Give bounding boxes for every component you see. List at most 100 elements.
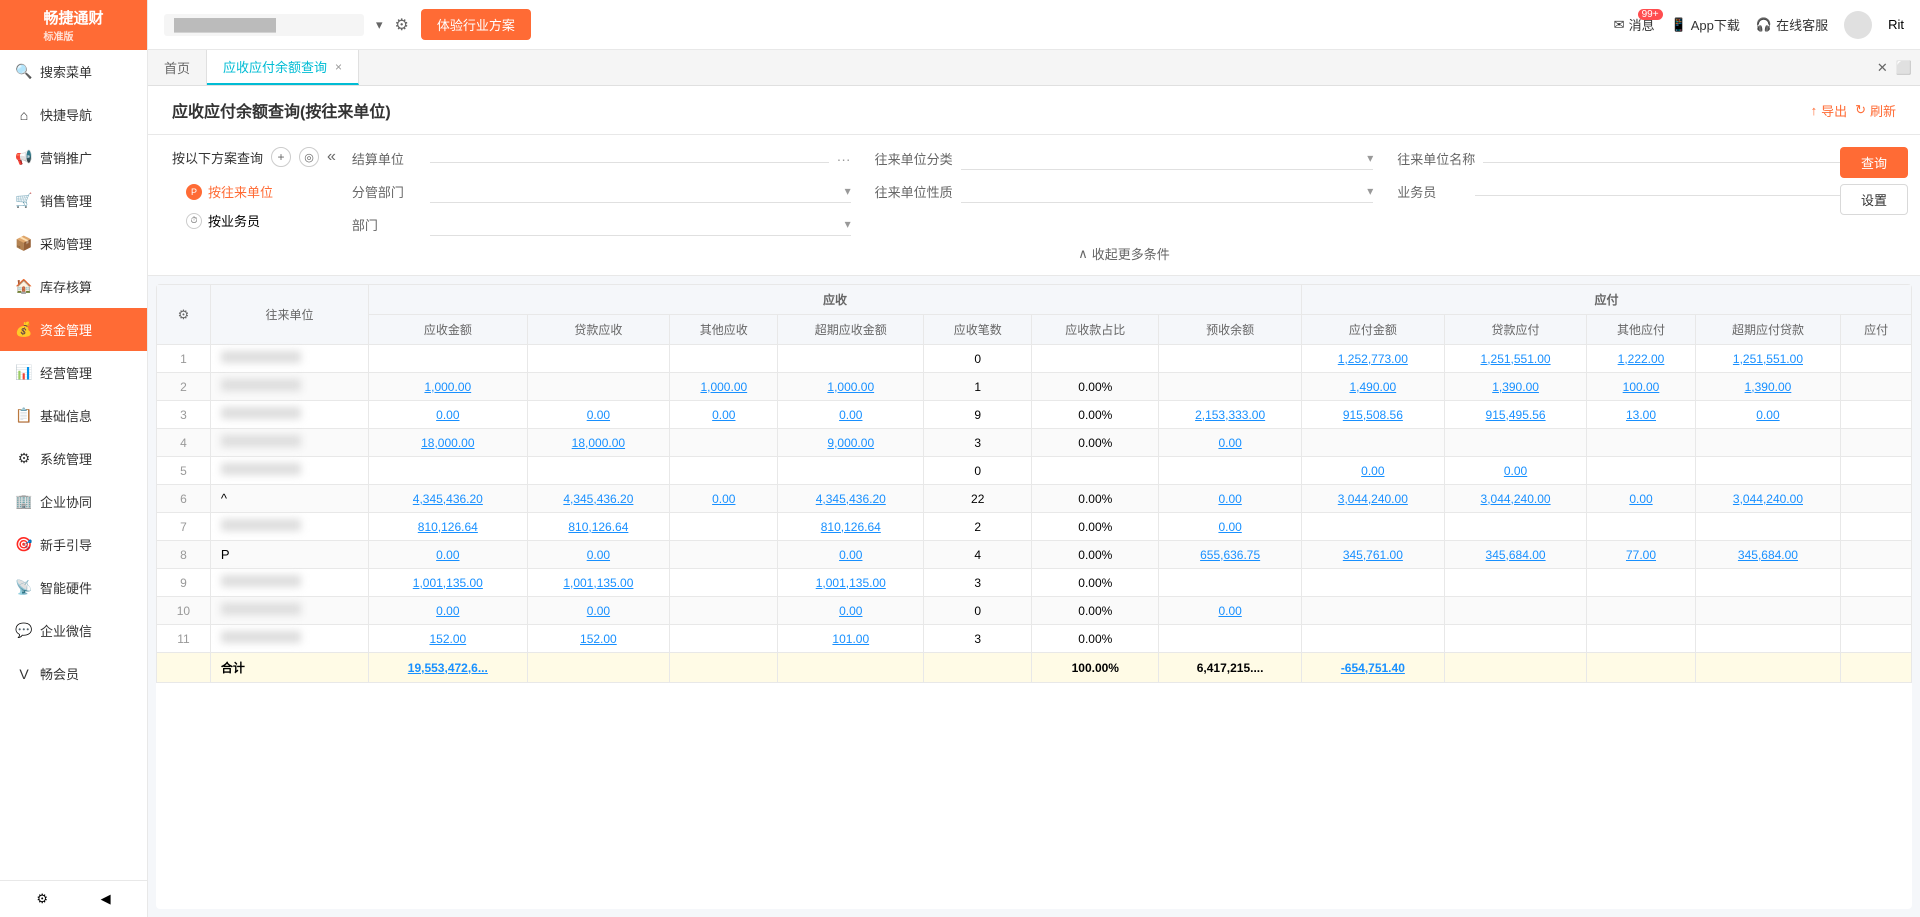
row-6-ys_overdue[interactable]: 4,345,436.20 — [778, 485, 924, 513]
row-4-ys_loan[interactable]: 18,000.00 — [527, 429, 670, 457]
filter-add-btn[interactable]: + — [271, 147, 291, 167]
row-2-ys_amount[interactable]: 1,000.00 — [369, 373, 527, 401]
row-6-yf_other[interactable]: 0.00 — [1587, 485, 1695, 513]
th-settings[interactable]: ⚙ — [157, 285, 211, 345]
filter-scheme-btn[interactable]: ◎ — [299, 147, 319, 167]
row-2-ys_overdue[interactable]: 1,000.00 — [778, 373, 924, 401]
total-yf-amount[interactable]: -654,751.40 — [1301, 653, 1444, 683]
row-7-ys_prepay[interactable]: 0.00 — [1159, 513, 1302, 541]
row-7-ys_amount[interactable]: 810,126.64 — [369, 513, 527, 541]
row-5-yf_loan[interactable]: 0.00 — [1444, 457, 1587, 485]
sidebar-item-enterprise[interactable]: 🏢 企业协同 — [0, 480, 147, 523]
row-3-yf_overdue[interactable]: 0.00 — [1695, 401, 1841, 429]
sidebar-item-hardware[interactable]: 📡 智能硬件 — [0, 566, 147, 609]
wanglai-fenlei-select[interactable]: ▾ — [961, 147, 1374, 170]
sidebar-item-system[interactable]: ⚙ 系统管理 — [0, 437, 147, 480]
row-8-yf_loan[interactable]: 345,684.00 — [1444, 541, 1587, 569]
row-3-ys_prepay[interactable]: 2,153,333.00 — [1159, 401, 1302, 429]
jiesuan-input[interactable] — [430, 154, 829, 163]
sidebar-item-operation[interactable]: 📊 经营管理 — [0, 351, 147, 394]
row-11-ys_amount[interactable]: 152.00 — [369, 625, 527, 653]
bumen-select[interactable]: ▾ — [430, 213, 851, 236]
row-7-ys_loan[interactable]: 810,126.64 — [527, 513, 670, 541]
scheme-option-salesman[interactable]: ⏱ 按业务员 — [180, 208, 336, 233]
row-10-ys_amount[interactable]: 0.00 — [369, 597, 527, 625]
settings-icon[interactable]: ⚙ — [36, 891, 48, 907]
row-9-ys_amount[interactable]: 1,001,135.00 — [369, 569, 527, 597]
row-6-yf_overdue[interactable]: 3,044,240.00 — [1695, 485, 1841, 513]
topbar-dropdown[interactable]: ▾ — [376, 17, 383, 33]
row-4-ys_overdue[interactable]: 9,000.00 — [778, 429, 924, 457]
promo-button[interactable]: 体验行业方案 — [421, 9, 531, 40]
wanglai-xingzhi-select[interactable]: ▾ — [961, 180, 1374, 203]
row-5-yf_amount[interactable]: 0.00 — [1301, 457, 1444, 485]
row-1-yf_other[interactable]: 1,222.00 — [1587, 345, 1695, 373]
row-6-ys_amount[interactable]: 4,345,436.20 — [369, 485, 527, 513]
tab-close-all-icon[interactable]: ✕ — [1877, 60, 1888, 76]
row-3-ys_loan[interactable]: 0.00 — [527, 401, 670, 429]
row-8-ys_prepay[interactable]: 655,636.75 — [1159, 541, 1302, 569]
row-6-yf_amount[interactable]: 3,044,240.00 — [1301, 485, 1444, 513]
row-2-ys_other[interactable]: 1,000.00 — [670, 373, 778, 401]
scheme-option-partner[interactable]: P 按往来单位 — [180, 179, 336, 204]
row-2-yf_loan[interactable]: 1,390.00 — [1444, 373, 1587, 401]
sidebar-item-wechat[interactable]: 💬 企业微信 — [0, 609, 147, 652]
row-4-ys_prepay[interactable]: 0.00 — [1159, 429, 1302, 457]
row-1-yf_loan[interactable]: 1,251,551.00 — [1444, 345, 1587, 373]
row-2-yf_overdue[interactable]: 1,390.00 — [1695, 373, 1841, 401]
sidebar-item-purchase[interactable]: 📦 采购管理 — [0, 222, 147, 265]
yewuyuan-input[interactable] — [1475, 187, 1874, 196]
fenguan-select[interactable]: ▾ — [430, 180, 851, 203]
total-ys-amount[interactable]: 19,553,472,6... — [369, 653, 527, 683]
topbar-gear-icon[interactable]: ⚙ — [395, 15, 409, 35]
row-8-yf_overdue[interactable]: 345,684.00 — [1695, 541, 1841, 569]
row-2-yf_other[interactable]: 100.00 — [1587, 373, 1695, 401]
row-9-ys_loan[interactable]: 1,001,135.00 — [527, 569, 670, 597]
sidebar-item-inventory[interactable]: 🏠 库存核算 — [0, 265, 147, 308]
refresh-button[interactable]: ↻ 刷新 — [1855, 101, 1896, 120]
filter-collapse-btn[interactable]: « — [327, 148, 336, 166]
row-6-ys_prepay[interactable]: 0.00 — [1159, 485, 1302, 513]
row-8-ys_overdue[interactable]: 0.00 — [778, 541, 924, 569]
row-6-ys_other[interactable]: 0.00 — [670, 485, 778, 513]
export-button[interactable]: ↑ 导出 — [1811, 101, 1848, 120]
sidebar-item-capital[interactable]: 💰 资金管理 — [0, 308, 147, 351]
tab-close-icon[interactable]: × — [335, 60, 342, 74]
row-8-ys_loan[interactable]: 0.00 — [527, 541, 670, 569]
row-10-ys_loan[interactable]: 0.00 — [527, 597, 670, 625]
row-11-ys_loan[interactable]: 152.00 — [527, 625, 670, 653]
messages-item[interactable]: ✉ 消息 99+ — [1614, 15, 1655, 34]
row-6-yf_loan[interactable]: 3,044,240.00 — [1444, 485, 1587, 513]
row-3-ys_amount[interactable]: 0.00 — [369, 401, 527, 429]
app-download-item[interactable]: 📱 App下载 — [1671, 15, 1740, 34]
table-settings-icon[interactable]: ⚙ — [178, 307, 190, 322]
sidebar-item-basic[interactable]: 📋 基础信息 — [0, 394, 147, 437]
row-3-ys_overdue[interactable]: 0.00 — [778, 401, 924, 429]
jiesuan-dots[interactable]: ··· — [837, 151, 851, 167]
row-11-ys_overdue[interactable]: 101.00 — [778, 625, 924, 653]
settings-button[interactable]: 设置 — [1840, 184, 1908, 215]
row-10-ys_overdue[interactable]: 0.00 — [778, 597, 924, 625]
row-8-yf_other[interactable]: 77.00 — [1587, 541, 1695, 569]
tab-home[interactable]: 首页 — [148, 50, 207, 85]
sidebar-item-marketing[interactable]: 📢 营销推广 — [0, 136, 147, 179]
row-6-ys_loan[interactable]: 4,345,436.20 — [527, 485, 670, 513]
sidebar-item-vip[interactable]: V 畅会员 — [0, 652, 147, 695]
row-3-yf_other[interactable]: 13.00 — [1587, 401, 1695, 429]
row-10-ys_prepay[interactable]: 0.00 — [1159, 597, 1302, 625]
collapse-more[interactable]: ∧ 收起更多条件 — [352, 236, 1896, 263]
tab-active[interactable]: 应收应付余额查询 × — [207, 50, 359, 85]
collapse-icon[interactable]: ◀ — [101, 891, 111, 907]
row-1-yf_overdue[interactable]: 1,251,551.00 — [1695, 345, 1841, 373]
row-3-yf_loan[interactable]: 915,495.56 — [1444, 401, 1587, 429]
row-3-yf_amount[interactable]: 915,508.56 — [1301, 401, 1444, 429]
row-1-yf_amount[interactable]: 1,252,773.00 — [1301, 345, 1444, 373]
row-2-yf_amount[interactable]: 1,490.00 — [1301, 373, 1444, 401]
sidebar-item-quick-nav[interactable]: ⌂ 快捷导航 — [0, 93, 147, 136]
row-7-ys_overdue[interactable]: 810,126.64 — [778, 513, 924, 541]
online-service-item[interactable]: 🎧 在线客服 — [1756, 15, 1828, 34]
user-avatar[interactable] — [1844, 11, 1872, 39]
row-9-ys_overdue[interactable]: 1,001,135.00 — [778, 569, 924, 597]
row-8-yf_amount[interactable]: 345,761.00 — [1301, 541, 1444, 569]
row-4-ys_amount[interactable]: 18,000.00 — [369, 429, 527, 457]
